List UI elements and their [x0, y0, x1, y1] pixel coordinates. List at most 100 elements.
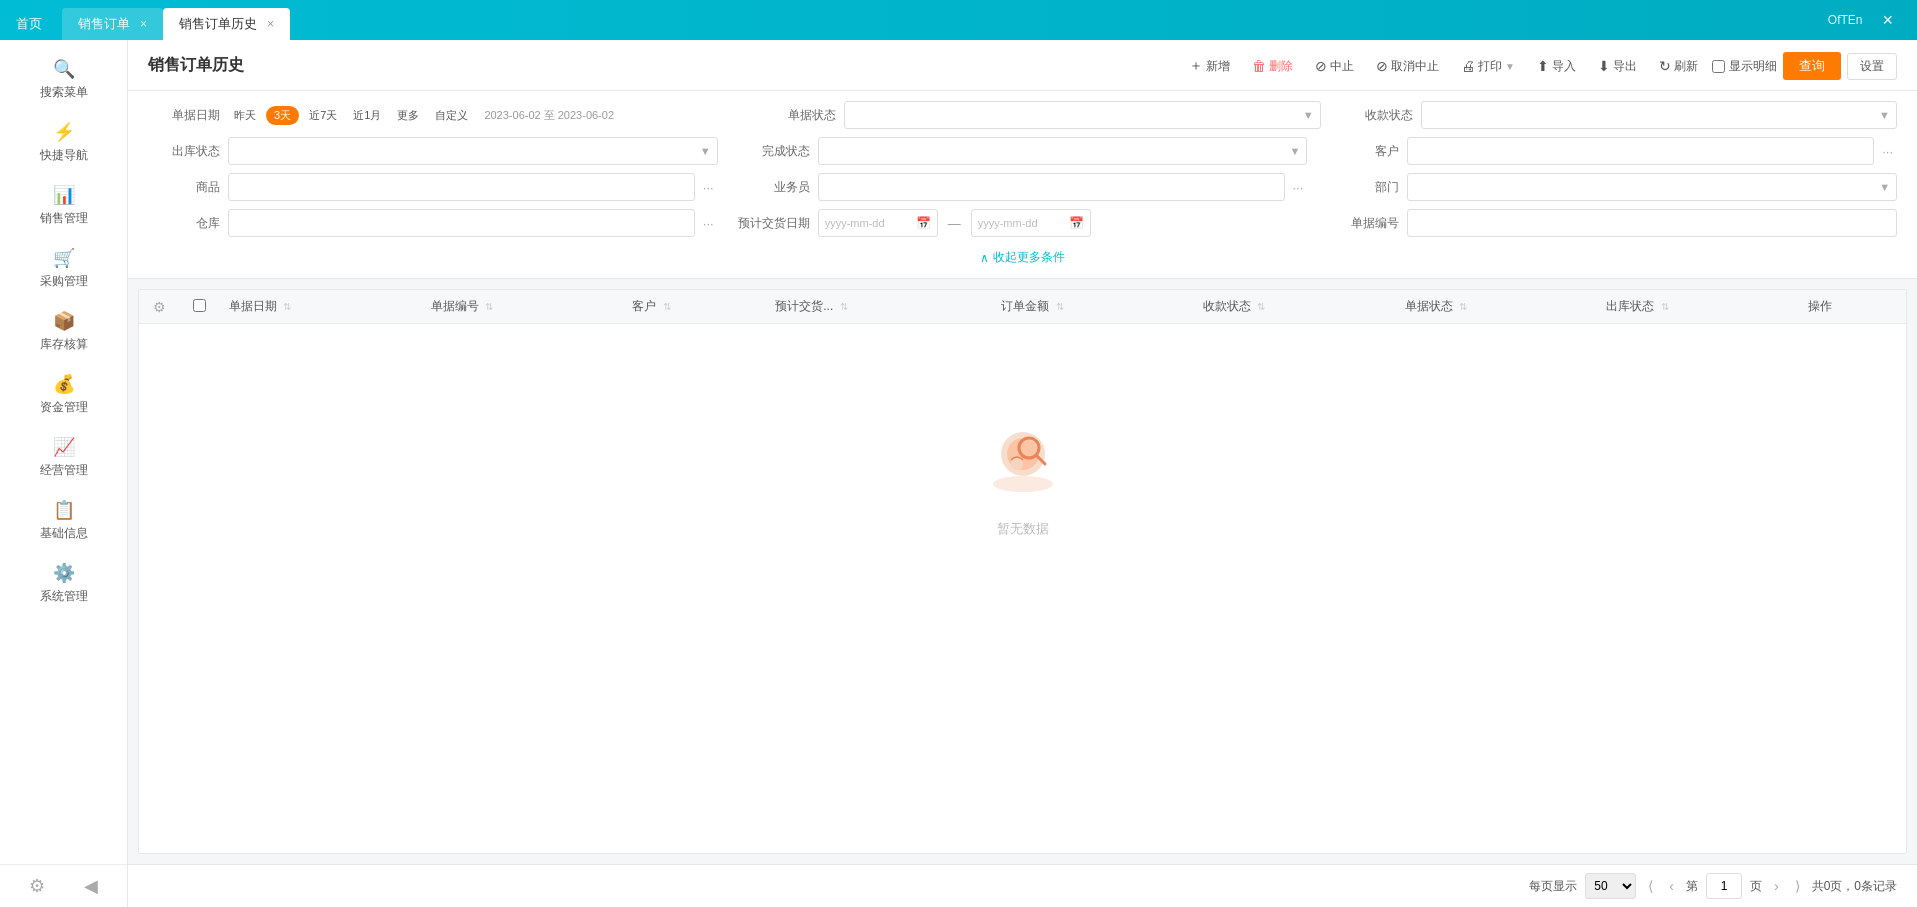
- sidebar-item-sales-mgmt[interactable]: 📊 销售管理: [0, 174, 127, 237]
- refresh-button[interactable]: ↻ 刷新: [1651, 54, 1706, 79]
- per-page-select[interactable]: 50 10 20 100: [1585, 873, 1636, 899]
- calendar-end-icon[interactable]: 📅: [1069, 216, 1084, 230]
- window-close-button[interactable]: ×: [1870, 10, 1905, 31]
- settings-button[interactable]: 设置: [1847, 53, 1897, 80]
- sidebar-item-inventory[interactable]: 📦 库存核算: [0, 300, 127, 363]
- tab-home[interactable]: 首页: [0, 8, 58, 40]
- col-date-sort[interactable]: ⇅: [283, 301, 291, 312]
- delivery-date-end[interactable]: yyyy-mm-dd 📅: [971, 209, 1091, 237]
- delete-button[interactable]: 🗑 删除: [1244, 54, 1301, 79]
- tab-sales-order-history[interactable]: 销售订单历史 ×: [163, 8, 290, 40]
- order-number-input[interactable]: [1407, 209, 1897, 237]
- warehouse-more-icon[interactable]: ···: [699, 216, 718, 231]
- col-action: 操作: [1798, 290, 1906, 324]
- sales-order-history-close-icon[interactable]: ×: [267, 17, 274, 31]
- col-customer-sort[interactable]: ⇅: [663, 301, 671, 312]
- cancel-stop-button[interactable]: ⊘ 取消中止: [1368, 54, 1447, 79]
- main-layout: 🔍 搜索菜单 ⚡ 快捷导航 📊 销售管理 🛒 采购管理 📦 库存核算 💰 资金管…: [0, 40, 1917, 907]
- print-dropdown-icon[interactable]: ▼: [1505, 61, 1515, 72]
- product-more-icon[interactable]: ···: [699, 180, 718, 195]
- svg-point-5: [1011, 458, 1023, 470]
- select-all-checkbox[interactable]: [193, 299, 206, 312]
- empty-state: 暂无数据: [139, 324, 1906, 618]
- cancel-stop-icon: ⊘: [1376, 58, 1388, 74]
- salesperson-more-icon[interactable]: ···: [1289, 180, 1308, 195]
- quick-nav-icon: ⚡: [53, 121, 75, 143]
- sidebar-item-quick-nav[interactable]: ⚡ 快捷导航: [0, 111, 127, 174]
- col-number-sort[interactable]: ⇅: [485, 301, 493, 312]
- department-select[interactable]: ▼: [1407, 173, 1897, 201]
- collapse-button[interactable]: ∧ 收起更多条件: [148, 245, 1897, 268]
- finance-icon: 💰: [53, 373, 75, 395]
- department-arrow: ▼: [1879, 181, 1890, 193]
- table-settings-icon[interactable]: ⚙: [153, 299, 166, 315]
- page-suffix: 页: [1750, 878, 1762, 895]
- date-btn-today[interactable]: 昨天: [228, 106, 262, 125]
- sys-mgmt-icon: ⚙️: [53, 562, 75, 584]
- order-status-select[interactable]: ▼: [844, 101, 1320, 129]
- sidebar-item-basic-info[interactable]: 📋 基础信息: [0, 489, 127, 552]
- col-order-status-label: 单据状态: [1405, 299, 1453, 313]
- payment-status-select[interactable]: ▼: [1421, 101, 1897, 129]
- export-button[interactable]: ⬇ 导出: [1590, 54, 1645, 79]
- import-button[interactable]: ⬆ 导入: [1529, 54, 1584, 79]
- warehouse-select[interactable]: [228, 209, 695, 237]
- stop-button[interactable]: ⊘ 中止: [1307, 54, 1362, 79]
- sidebar-bottom: ⚙ ◀: [0, 864, 127, 907]
- first-page-button[interactable]: ⟨: [1644, 876, 1657, 896]
- col-expected-delivery-sort[interactable]: ⇅: [840, 301, 848, 312]
- warehouse-control: ···: [228, 209, 718, 237]
- date-btn-1month[interactable]: 近1月: [347, 106, 387, 125]
- delivery-date-start[interactable]: yyyy-mm-dd 📅: [818, 209, 938, 237]
- total-info: 共0页，0条记录: [1812, 878, 1897, 895]
- sidebar-item-finance[interactable]: 💰 资金管理: [0, 363, 127, 426]
- complete-status-select[interactable]: ▼: [818, 137, 1308, 165]
- tab-sales-order[interactable]: 销售订单 ×: [62, 8, 163, 40]
- col-checkbox: [179, 290, 219, 324]
- sidebar-item-search-menu[interactable]: 🔍 搜索菜单: [0, 48, 127, 111]
- col-delivery-status-sort[interactable]: ⇅: [1661, 301, 1669, 312]
- salesperson-select[interactable]: [818, 173, 1285, 201]
- new-button[interactable]: ＋ 新增: [1181, 53, 1238, 79]
- sidebar-collapse-icon[interactable]: ◀: [84, 875, 98, 897]
- customer-control: ···: [1407, 137, 1897, 165]
- table-header-row: ⚙ 单据日期 ⇅ 单据编号 ⇅: [139, 290, 1906, 324]
- sales-order-close-icon[interactable]: ×: [140, 17, 147, 31]
- page-number-input[interactable]: [1706, 873, 1742, 899]
- display-detail-checkbox[interactable]: [1712, 60, 1725, 73]
- sidebar-settings-icon[interactable]: ⚙: [29, 875, 45, 897]
- date-buttons: 昨天 3天 近7天 近1月 更多 自定义: [228, 106, 474, 125]
- delivery-status-control: ▼: [228, 137, 718, 165]
- operations-icon: 📈: [53, 436, 75, 458]
- import-icon: ⬆: [1537, 58, 1549, 74]
- next-page-button[interactable]: ›: [1770, 876, 1783, 896]
- delivery-status-select[interactable]: ▼: [228, 137, 718, 165]
- customer-more-icon[interactable]: ···: [1878, 144, 1897, 159]
- empty-row: 暂无数据: [139, 324, 1906, 619]
- col-payment-status-sort[interactable]: ⇅: [1257, 301, 1265, 312]
- sidebar-item-purchase-mgmt[interactable]: 🛒 采购管理: [0, 237, 127, 300]
- top-right: OfTEn ×: [1828, 10, 1917, 31]
- query-button[interactable]: 查询: [1783, 52, 1841, 80]
- product-label: 商品: [148, 179, 228, 196]
- sidebar: 🔍 搜索菜单 ⚡ 快捷导航 📊 销售管理 🛒 采购管理 📦 库存核算 💰 资金管…: [0, 40, 128, 907]
- content-area: 销售订单历史 ＋ 新增 🗑 删除 ⊘ 中止 ⊘: [128, 40, 1917, 907]
- sidebar-item-operations[interactable]: 📈 经营管理: [0, 426, 127, 489]
- date-btn-7days[interactable]: 近7天: [303, 106, 343, 125]
- last-page-button[interactable]: ⟩: [1791, 876, 1804, 896]
- date-btn-custom[interactable]: 自定义: [429, 106, 474, 125]
- customer-select[interactable]: [1407, 137, 1874, 165]
- print-button[interactable]: 🖨 打印 ▼: [1453, 54, 1523, 79]
- col-order-amount: 订单金额 ⇅: [991, 290, 1193, 324]
- date-btn-more[interactable]: 更多: [391, 106, 425, 125]
- col-order-amount-sort[interactable]: ⇅: [1056, 301, 1064, 312]
- product-select[interactable]: [228, 173, 695, 201]
- sidebar-item-basic-info-label: 基础信息: [40, 525, 88, 542]
- sidebar-item-sys-mgmt[interactable]: ⚙️ 系统管理: [0, 552, 127, 615]
- prev-page-button[interactable]: ‹: [1665, 876, 1678, 896]
- col-order-status-sort[interactable]: ⇅: [1459, 301, 1467, 312]
- calendar-start-icon[interactable]: 📅: [916, 216, 931, 230]
- date-btn-3days[interactable]: 3天: [266, 106, 299, 125]
- col-expected-delivery-label: 预计交货...: [775, 299, 833, 313]
- date-label: 单据日期: [148, 107, 228, 124]
